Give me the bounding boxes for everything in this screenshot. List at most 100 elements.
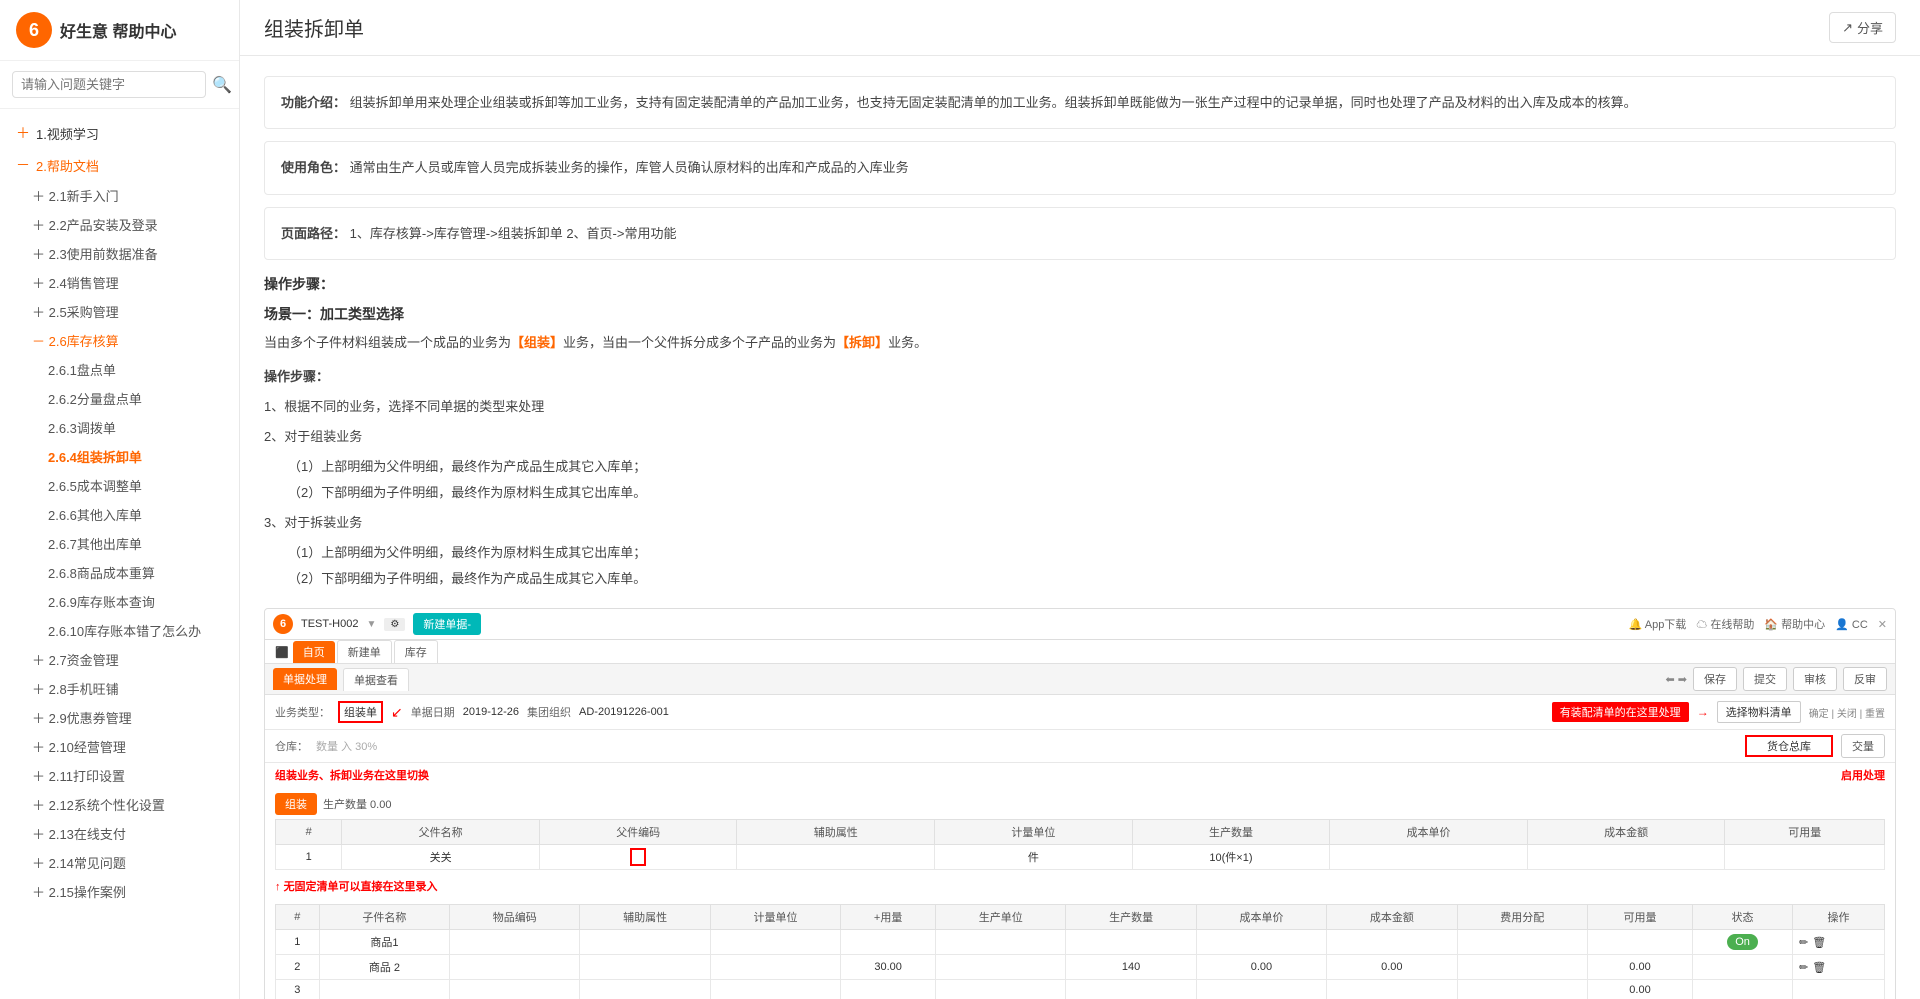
on-badge: On <box>1727 934 1758 950</box>
table-row: 1 关关 件 10(件×1) <box>276 845 1885 870</box>
sidebar-item-264[interactable]: 2.6.4组装拆卸单 <box>0 442 239 471</box>
sidebar-item-install[interactable]: ＋ 2.2产品安装及登录 <box>0 210 239 239</box>
nav-label: ＋ 2.1新手入门 <box>32 189 119 204</box>
sidebar-item-print[interactable]: ＋ 2.11打印设置 <box>0 761 239 790</box>
step3-sub2: （2）下部明细为子件明细，最终作为产成品生成其它入库单。 <box>264 566 1896 592</box>
nav-list: ＋ 1.视频学习 － 2.帮助文档 ＋ 2.1新手入门 ＋ 2.2产品安装及登录… <box>0 109 239 999</box>
nav-label: ＋ 2.14常见问题 <box>32 856 126 871</box>
minus-icon: － <box>16 155 30 175</box>
scenario1-title: 场景一：加工类型选择 <box>264 304 1896 324</box>
nav-label: ＋ 2.2产品安装及登录 <box>32 218 158 233</box>
table-row: 1 商品1 <box>276 930 1885 955</box>
sidebar-item-sales[interactable]: ＋ 2.4销售管理 <box>0 268 239 297</box>
sidebar-item-newcomer[interactable]: ＋ 2.1新手入门 <box>0 181 239 210</box>
role-text: 通常由生产人员或库管人员完成拆装业务的操作，库管人员确认原材料的出库和产成品的入… <box>350 160 909 175</box>
screenshot: 6 TEST-H002 ▼ ⚙ 新建单据- 🔔 App下载 ☁ 在线帮助 🏠 帮… <box>264 608 1896 999</box>
ss-annotation-bottom: ↑ 无固定清单可以直接在这里录入 <box>265 876 1895 898</box>
nav-label: ＋ 2.8手机旺铺 <box>32 682 119 697</box>
sidebar-item-266[interactable]: 2.6.6其他入库单 <box>0 500 239 529</box>
ss-select-list: 选择物料清单 <box>1717 701 1801 723</box>
sidebar: 6 好生意 帮助中心 🔍 ＋ 1.视频学习 － 2.帮助文档 ＋ 2.1新手入门… <box>0 0 240 999</box>
sidebar-item-prepare[interactable]: ＋ 2.3使用前数据准备 <box>0 239 239 268</box>
nav-label: ＋ 2.9优惠券管理 <box>32 711 132 726</box>
share-button[interactable]: ↗ 分享 <box>1829 12 1896 43</box>
nav-label: ＋ 2.15操作案例 <box>32 885 126 900</box>
sidebar-item-265[interactable]: 2.6.5成本调整单 <box>0 471 239 500</box>
sidebar-item-mgmt[interactable]: ＋ 2.10经营管理 <box>0 732 239 761</box>
sidebar-item-finance[interactable]: ＋ 2.7资金管理 <box>0 645 239 674</box>
ss-annotation4: 无固定清单可以直接在这里录入 <box>284 881 438 893</box>
ss-form: 业务类型： 组装单 ↙ 单据日期 2019-12-26 集团组织 AD-2019… <box>265 695 1895 730</box>
ss-toolbar: 单据处理 单据查看 ⬅ ➡ 保存 提交 审核 反审 <box>265 664 1895 695</box>
sidebar-item-267[interactable]: 2.6.7其他出库单 <box>0 529 239 558</box>
sidebar-item-payment[interactable]: ＋ 2.13在线支付 <box>0 819 239 848</box>
step2-sub2: （2）下部明细为子件明细，最终作为原材料生成其它出库单。 <box>264 480 1896 506</box>
table-row: 30.00 <box>276 980 1885 999</box>
screenshot-titlebar: 6 TEST-H002 ▼ ⚙ 新建单据- 🔔 App下载 ☁ 在线帮助 🏠 帮… <box>265 609 1895 640</box>
sidebar-item-system[interactable]: ＋ 2.12系统个性化设置 <box>0 790 239 819</box>
main-content: 组装拆卸单 ↗ 分享 功能介绍： 组装拆卸单用来处理企业组装或拆卸等加工业务，支… <box>240 0 1920 999</box>
sidebar-item-269[interactable]: 2.6.9库存账本查询 <box>0 587 239 616</box>
scenario1-desc: 当由多个子件材料组装成一个成品的业务为【组装】业务，当由一个父件拆分成多个子产品… <box>264 330 1896 356</box>
nav-label: ＋ 2.4销售管理 <box>32 276 119 291</box>
sidebar-item-2610[interactable]: 2.6.10库存账本错了怎么办 <box>0 616 239 645</box>
ops-title: 操作步骤： <box>264 274 1896 294</box>
header: 组装拆卸单 ↗ 分享 <box>240 0 1920 56</box>
role-label: 使用角色： <box>281 160 346 175</box>
sidebar-item-263[interactable]: 2.6.3调拨单 <box>0 413 239 442</box>
sidebar-item-faq[interactable]: ＋ 2.14常见问题 <box>0 848 239 877</box>
share-icon: ↗ <box>1842 20 1853 36</box>
nav-label: ＋ 2.10经营管理 <box>32 740 126 755</box>
search-input[interactable] <box>12 71 206 98</box>
ss-logo: 6 <box>273 614 293 634</box>
sidebar-item-video[interactable]: ＋ 1.视频学习 <box>0 117 239 149</box>
sidebar-item-268[interactable]: 2.6.8商品成本重算 <box>0 558 239 587</box>
table-row: 2 商品 2 30.00 140 0.00 0.00 0.00 <box>276 955 1885 980</box>
ss-annotation-row: 组装业务、拆卸业务在这里切换 启用处理 <box>265 763 1895 787</box>
nav-label: ＋ 2.5采购管理 <box>32 305 119 320</box>
path-block: 页面路径： 1、库存核算->库存管理->组装拆卸单 2、首页->常用功能 <box>264 207 1896 260</box>
nav-label: ＋ 2.13在线支付 <box>32 827 126 842</box>
sidebar-item-cases[interactable]: ＋ 2.15操作案例 <box>0 877 239 906</box>
role-block: 使用角色： 通常由生产人员或库管人员完成拆装业务的操作，库管人员确认原材料的出库… <box>264 141 1896 194</box>
ss-top-table: # 父件名称 父件编码 辅助属性 计量单位 生产数量 成本单价 成本金额 可用量 <box>275 819 1885 870</box>
ss-top-table-container: 组装 生产数量 0.00 # 父件名称 父件编码 辅助属性 计量单位 生产数量 … <box>265 787 1895 876</box>
nav-label: ＋ 2.11打印设置 <box>32 769 125 784</box>
sidebar-item-inventory[interactable]: － 2.6库存核算 <box>0 326 239 355</box>
step1: 1、根据不同的业务，选择不同单据的类型来处理 <box>264 394 1896 420</box>
ss-warehouse-input: 货仓总库 <box>1745 735 1833 757</box>
ss-nav-tabs: ⬛ 自页 新建单 库存 <box>265 640 1895 664</box>
ss-bottom-table: # 子件名称 物品编码 辅助属性 计量单位 +用量 生产单位 生产数量 成本单价… <box>275 904 1885 999</box>
search-button[interactable]: 🔍 <box>212 75 232 95</box>
ops-steps-sub-title: 操作步骤： <box>264 364 1896 390</box>
sidebar-item-help[interactable]: － 2.帮助文档 <box>0 149 239 181</box>
plus-icon: ＋ <box>16 123 30 143</box>
nav-label: ＋ 2.12系统个性化设置 <box>32 798 165 813</box>
sidebar-item-262[interactable]: 2.6.2分量盘点单 <box>0 384 239 413</box>
ss-annotation3: 启用处理 <box>1841 767 1885 783</box>
ss-annotation1: 有装配清单的在这里处理 <box>1552 702 1689 722</box>
ss-bottom-table-container: # 子件名称 物品编码 辅助属性 计量单位 +用量 生产单位 生产数量 成本单价… <box>265 898 1895 999</box>
content-area: 功能介绍： 组装拆卸单用来处理企业组装或拆卸等加工业务，支持有固定装配清单的产品… <box>240 56 1920 999</box>
sidebar-item-mobile[interactable]: ＋ 2.8手机旺铺 <box>0 674 239 703</box>
nav-label: ＋ 2.3使用前数据准备 <box>32 247 158 262</box>
logo-text: 好生意 帮助中心 <box>60 18 176 42</box>
intro-label: 功能介绍： <box>281 95 346 110</box>
sidebar-item-purchase[interactable]: ＋ 2.5采购管理 <box>0 297 239 326</box>
path-text: 1、库存核算->库存管理->组装拆卸单 2、首页->常用功能 <box>350 226 677 241</box>
ss-title-id: TEST-H002 <box>301 618 358 630</box>
step3: 3、对于拆装业务 <box>264 510 1896 536</box>
ss-form2: 仓库： 数量 入 30% 货仓总库 交量 <box>265 730 1895 763</box>
nav-label: ＋ 2.7资金管理 <box>32 653 119 668</box>
ss-bill-type: 组装单 <box>338 701 383 723</box>
step2: 2、对于组装业务 <box>264 424 1896 450</box>
ss-annotation2: 组装业务、拆卸业务在这里切换 <box>275 767 429 783</box>
step2-sub1: （1）上部明细为父件明细，最终作为产成品生成其它入库单； <box>264 454 1896 480</box>
sidebar-item-261[interactable]: 2.6.1盘点单 <box>0 355 239 384</box>
logo-area: 6 好生意 帮助中心 <box>0 0 239 61</box>
ss-btn-new: 新建单据- <box>413 613 481 635</box>
intro-text: 组装拆卸单用来处理企业组装或拆卸等加工业务，支持有固定装配清单的产品加工业务，也… <box>350 95 1637 110</box>
page-title: 组装拆卸单 <box>264 13 364 42</box>
step3-sub1: （1）上部明细为父件明细，最终作为原材料生成其它出库单； <box>264 540 1896 566</box>
sidebar-item-coupon[interactable]: ＋ 2.9优惠券管理 <box>0 703 239 732</box>
